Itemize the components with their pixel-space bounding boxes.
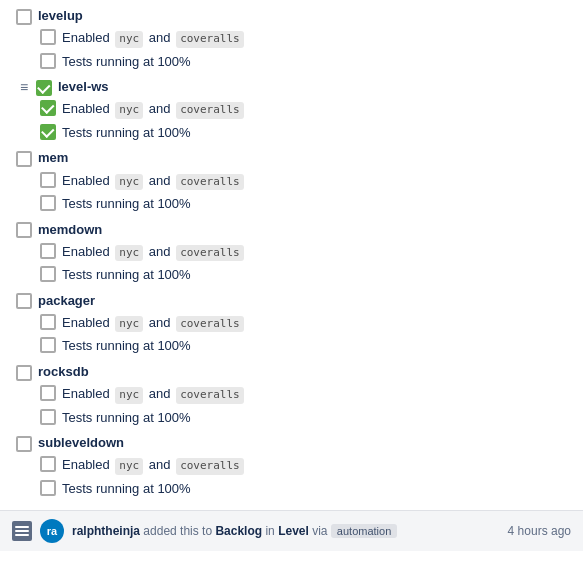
coveralls-tag: coveralls — [176, 316, 244, 333]
subitem-checkbox-mem-1[interactable] — [40, 195, 56, 211]
subitem-row: Enabled nyc and coveralls — [0, 240, 583, 264]
footer-preposition: in — [265, 524, 274, 538]
coveralls-tag: coveralls — [176, 387, 244, 404]
subitem-row: Enabled nyc and coveralls — [0, 169, 583, 193]
coveralls-tag: coveralls — [176, 458, 244, 475]
subitem-checkbox-packager-1[interactable] — [40, 337, 56, 353]
checklist-item-group: packager Enabled nyc and coveralls Tests r… — [0, 289, 583, 358]
subitem-label-rocksdb-1: Tests running at 100% — [62, 408, 191, 428]
group-label-subleveldown: subleveldown — [38, 434, 124, 452]
subitem-row: Enabled nyc and coveralls — [0, 382, 583, 406]
subitem-checkbox-level-ws-0[interactable] — [40, 100, 56, 116]
subitem-row: Enabled nyc and coveralls — [0, 26, 583, 50]
subitem-checkbox-rocksdb-0[interactable] — [40, 385, 56, 401]
coveralls-tag: coveralls — [176, 174, 244, 191]
footer-board: Backlog — [215, 524, 262, 538]
subitem-row: Enabled nyc and coveralls — [0, 311, 583, 335]
subitem-row: Tests running at 100% — [0, 192, 583, 216]
checklist-item-group: rocksdb Enabled nyc and coveralls Tests ru… — [0, 360, 583, 429]
nyc-tag: nyc — [115, 174, 143, 191]
subitem-checkbox-subleveldown-0[interactable] — [40, 456, 56, 472]
subitem-row: Tests running at 100% — [0, 477, 583, 501]
subitem-row: Enabled nyc and coveralls — [0, 453, 583, 477]
group-header-rocksdb: rocksdb — [0, 360, 583, 382]
subitem-label-mem-0: Enabled nyc and coveralls — [62, 171, 246, 191]
subitem-label-levelup-1: Tests running at 100% — [62, 52, 191, 72]
automation-badge: automation — [331, 524, 397, 538]
group-header-mem: mem — [0, 146, 583, 168]
coveralls-tag: coveralls — [176, 245, 244, 262]
subitem-row: Enabled nyc and coveralls — [0, 97, 583, 121]
subitem-label-memdown-1: Tests running at 100% — [62, 265, 191, 285]
nyc-tag: nyc — [115, 387, 143, 404]
main-container: levelup Enabled nyc and coveralls Tests ru… — [0, 0, 583, 551]
subitem-row: Tests running at 100% — [0, 50, 583, 74]
group-checkbox-rocksdb[interactable] — [16, 365, 32, 381]
group-label-mem: mem — [38, 149, 68, 167]
group-label-rocksdb: rocksdb — [38, 363, 89, 381]
subitem-checkbox-levelup-1[interactable] — [40, 53, 56, 69]
footer-text: ralphtheinja added this to Backlog in Le… — [72, 524, 500, 538]
avatar: ra — [40, 519, 64, 543]
group-checkbox-subleveldown[interactable] — [16, 436, 32, 452]
subitem-label-rocksdb-0: Enabled nyc and coveralls — [62, 384, 246, 404]
footer-list: Level — [278, 524, 309, 538]
checklist-item-group: levelup Enabled nyc and coveralls Tests ru… — [0, 4, 583, 73]
subitem-label-subleveldown-0: Enabled nyc and coveralls — [62, 455, 246, 475]
subitem-row: Tests running at 100% — [0, 263, 583, 287]
subitem-label-packager-0: Enabled nyc and coveralls — [62, 313, 246, 333]
subitem-checkbox-level-ws-1[interactable] — [40, 124, 56, 140]
footer-username: ralphtheinja — [72, 524, 140, 538]
group-label-packager: packager — [38, 292, 95, 310]
group-checkbox-level-ws[interactable] — [36, 80, 52, 96]
subitem-label-level-ws-0: Enabled nyc and coveralls — [62, 99, 246, 119]
subitem-checkbox-rocksdb-1[interactable] — [40, 409, 56, 425]
group-header-subleveldown: subleveldown — [0, 431, 583, 453]
footer-via: via — [312, 524, 327, 538]
group-checkbox-levelup[interactable] — [16, 9, 32, 25]
nyc-tag: nyc — [115, 316, 143, 333]
group-header-memdown: memdown — [0, 218, 583, 240]
coveralls-tag: coveralls — [176, 102, 244, 119]
group-checkbox-memdown[interactable] — [16, 222, 32, 238]
subitem-row: Tests running at 100% — [0, 334, 583, 358]
subitem-label-memdown-0: Enabled nyc and coveralls — [62, 242, 246, 262]
subitem-label-subleveldown-1: Tests running at 100% — [62, 479, 191, 499]
subitem-label-level-ws-1: Tests running at 100% — [62, 123, 191, 143]
subitem-row: Tests running at 100% — [0, 121, 583, 145]
subitem-label-packager-1: Tests running at 100% — [62, 336, 191, 356]
ellipsis-icon[interactable]: ≡ — [16, 79, 32, 95]
subitem-checkbox-memdown-0[interactable] — [40, 243, 56, 259]
group-header-level-ws: ≡ level-ws — [0, 75, 583, 97]
checklist-area: levelup Enabled nyc and coveralls Tests ru… — [0, 0, 583, 510]
checklist-item-group: subleveldown Enabled nyc and coveralls Tes… — [0, 431, 583, 500]
subitem-row: Tests running at 100% — [0, 406, 583, 430]
group-label-levelup: levelup — [38, 7, 83, 25]
group-header-levelup: levelup — [0, 4, 583, 26]
bar-chart-icon — [12, 521, 32, 541]
footer-bar: ra ralphtheinja added this to Backlog in… — [0, 510, 583, 551]
subitem-checkbox-subleveldown-1[interactable] — [40, 480, 56, 496]
group-checkbox-mem[interactable] — [16, 151, 32, 167]
subitem-checkbox-memdown-1[interactable] — [40, 266, 56, 282]
subitem-checkbox-levelup-0[interactable] — [40, 29, 56, 45]
subitem-checkbox-packager-0[interactable] — [40, 314, 56, 330]
nyc-tag: nyc — [115, 458, 143, 475]
nyc-tag: nyc — [115, 245, 143, 262]
coveralls-tag: coveralls — [176, 31, 244, 48]
subitem-checkbox-mem-0[interactable] — [40, 172, 56, 188]
checklist-item-group: ≡ level-ws Enabled nyc and coveralls Tests … — [0, 75, 583, 144]
subitem-label-mem-1: Tests running at 100% — [62, 194, 191, 214]
nyc-tag: nyc — [115, 102, 143, 119]
subitem-label-levelup-0: Enabled nyc and coveralls — [62, 28, 246, 48]
checklist-item-group: mem Enabled nyc and coveralls Tests runnin… — [0, 146, 583, 215]
group-label-memdown: memdown — [38, 221, 102, 239]
checklist-item-group: memdown Enabled nyc and coveralls Tests ru… — [0, 218, 583, 287]
nyc-tag: nyc — [115, 31, 143, 48]
group-header-packager: packager — [0, 289, 583, 311]
group-label-level-ws: level-ws — [58, 78, 109, 96]
footer-time: 4 hours ago — [508, 524, 571, 538]
group-checkbox-packager[interactable] — [16, 293, 32, 309]
footer-action: added this to — [143, 524, 212, 538]
